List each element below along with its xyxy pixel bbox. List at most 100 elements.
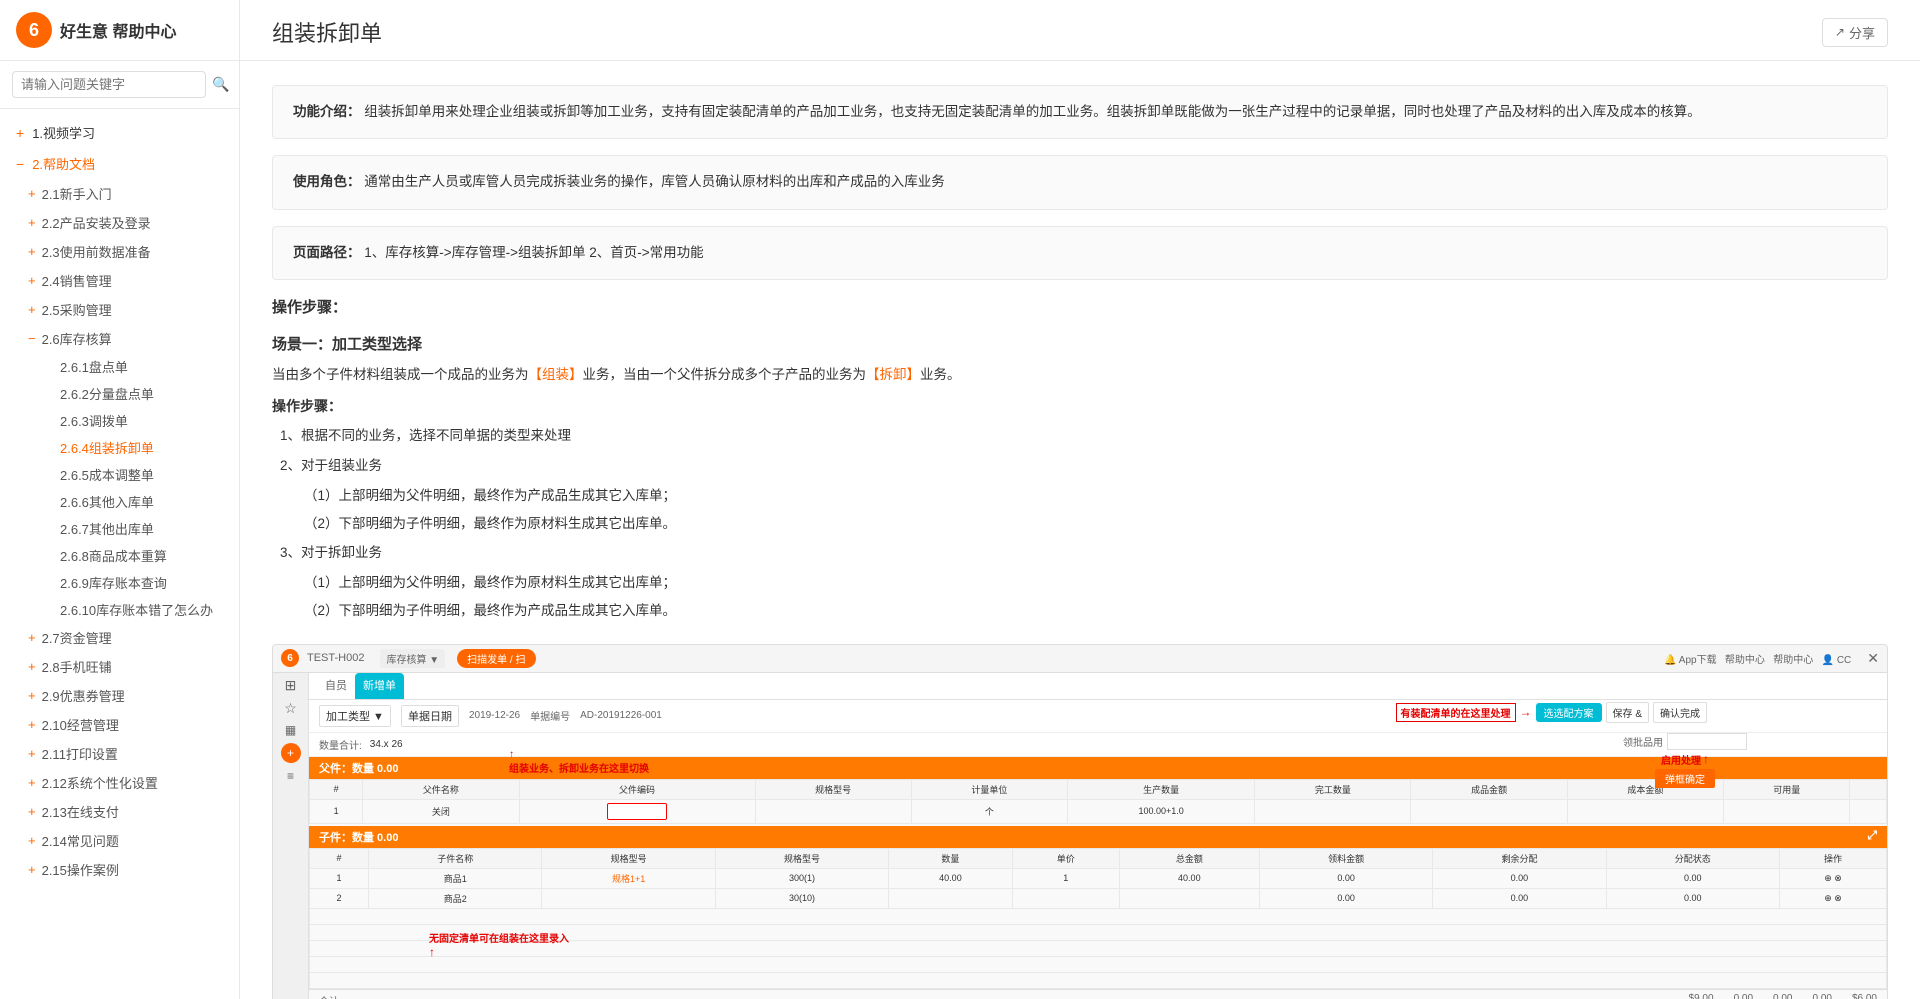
sidebar-item-2-6-8[interactable]: 2.6.8商品成本重算 [48,542,239,569]
mock-doc-area: 自员 新增单 加工类型 ▼ 单据日期 2019-12-26 单据编号 AD-20… [309,673,1887,999]
sidebar-item-2-6-2[interactable]: 2.6.2分量盘点单 [48,380,239,407]
main-panel: 组装拆卸单 ↗ 分享 功能介绍： 组装拆卸单用来处理企业组装或拆卸等加工业务，支… [240,0,1920,999]
annotation4-text: 无固定清单可在组装在这里录入 [429,930,569,945]
annotation1-group: 有装配清单的在这里处理 → 选选配方案 保存 & 确认完成 [1396,702,1707,723]
mock-ok-button[interactable]: 弹框确定 [1655,769,1715,788]
mock-icon-star[interactable]: ☆ [284,700,297,717]
mock-date-field[interactable]: 单据日期 [401,705,459,727]
mock-icon-scan[interactable]: ▦ [285,723,296,737]
mock-td-prod1: 100.00+1.0 [1068,799,1255,823]
mock-sth-label: 规格型号 [542,848,715,868]
mock-td-code-input[interactable] [519,799,755,823]
mock-tab-bar: 自员 新增单 [309,673,1887,700]
mock-sname1: 商品1 [369,868,542,888]
mock-close-icon[interactable]: ✕ [1867,650,1879,667]
mock-batch-label: 数量合计: [319,737,362,752]
sidebar-item-2-6-4[interactable]: 2.6.4组装拆卸单 [48,434,239,461]
path-label: 页面路径： [293,245,361,260]
sidebar-item-2-14[interactable]: + 2.14常见问题 [28,826,239,855]
sidebar-item-2-9[interactable]: + 2.9优惠券管理 [28,681,239,710]
mock-batch-val: 34.x 26 [370,739,403,750]
sidebar-item-1[interactable]: + 1.视频学习 [0,117,239,148]
sidebar-item-2-10-label: 2.10经营管理 [42,715,119,734]
sidebar-children-2-6: 2.6.1盘点单 2.6.2分量盘点单 2.6.3调拨单 2.6.4组装拆卸单 … [28,353,239,623]
mock-sop1: ⊕ ⊗ [1779,868,1886,888]
mock-footer-total3: 0.00 [1773,993,1792,999]
share-button[interactable]: ↗ 分享 [1822,18,1888,47]
sidebar-item-2-6-9[interactable]: 2.6.9库存账本查询 [48,569,239,596]
sidebar-item-2[interactable]: − 2.帮助文档 [0,148,239,179]
mock-finish-input[interactable] [1667,733,1747,750]
sidebar-item-2-6-10[interactable]: 2.6.10库存账本错了怎么办 [48,596,239,623]
main-header: 组装拆卸单 ↗ 分享 [240,0,1920,61]
search-input[interactable] [12,71,206,98]
mock-sprice2 [1012,888,1119,908]
mock-sth-price: 单价 [1012,848,1119,868]
sidebar-item-2-6-6[interactable]: 2.6.6其他入库单 [48,488,239,515]
mock-select-plan-btn[interactable]: 选选配方案 [1536,703,1602,722]
mock-submit-btn[interactable]: 确认完成 [1653,702,1707,723]
path-section: 页面路径： 1、库存核算->库存管理->组装拆卸单 2、首页->常用功能 [272,226,1888,280]
sidebar-item-2-4[interactable]: + 2.4销售管理 [28,266,239,295]
annotation3-group: 领批品用 启用处理 ↑ 弹框确定 [1623,733,1747,788]
sidebar-item-2-13-label: 2.13在线支付 [42,802,119,821]
highlight-assemble: 【组装】 [529,367,583,382]
mock-th-amount1: 成品金额 [1411,779,1567,799]
scene1-title: 场景一：加工类型选择 [272,333,1888,354]
mock-child-row7 [310,972,1887,988]
sidebar-children-2: + 2.1新手入门 + 2.2产品安装及登录 + 2.3使用前数据准备 + 2.… [0,179,239,884]
mock-sqty2 [889,888,1013,908]
mock-sth-remain: 剩余分配 [1433,848,1606,868]
sidebar-item-2-label: 2.帮助文档 [32,154,95,173]
annotation2-group: ↑ 组装业务、拆卸业务在这里切换 [509,749,649,775]
mock-type-select[interactable]: 加工类型 ▼ [319,705,391,727]
mock-th-code1: 父件编码 [519,779,755,799]
sidebar-item-2-6-7[interactable]: 2.6.7其他出库单 [48,515,239,542]
sidebar-item-2-5-label: 2.5采购管理 [42,300,112,319]
mock-expand-icon[interactable]: ⤢ [1867,828,1877,843]
mock-th-no: # [310,779,363,799]
sidebar-item-2-12[interactable]: + 2.12系统个性化设置 [28,768,239,797]
expand-icon-2-3: + [28,244,36,259]
sidebar-item-2-15[interactable]: + 2.15操作案例 [28,855,239,884]
mock-sremain1: 0.00 [1433,868,1606,888]
mock-tab-new-doc[interactable]: 新增单 [355,673,404,699]
intro-label: 功能介绍： [293,104,361,119]
sidebar-item-2-8[interactable]: + 2.8手机旺铺 [28,652,239,681]
mock-icon-home[interactable]: ⊞ [285,677,297,694]
sidebar-header: 6 好生意 帮助中心 [0,0,239,61]
search-icon[interactable]: 🔍 [212,76,229,93]
sidebar-item-2-5[interactable]: + 2.5采购管理 [28,295,239,324]
sidebar-item-2-6-5[interactable]: 2.6.5成本调整单 [48,461,239,488]
sidebar-item-2-7[interactable]: + 2.7资金管理 [28,623,239,652]
sidebar-item-2-11[interactable]: + 2.11打印设置 [28,739,239,768]
search-box: 🔍 [0,61,239,109]
sidebar-item-2-2[interactable]: + 2.2产品安装及登录 [28,208,239,237]
sidebar-item-2-6-1[interactable]: 2.6.1盘点单 [48,353,239,380]
mock-icon-list[interactable]: ≡ [287,769,294,783]
mock-topbar: 6 TEST-H002 库存核算 ▼ 扫描发单 / 扫 🔔 App下载 帮助中心… [273,645,1887,673]
mock-icon-add[interactable]: + [281,743,301,763]
sidebar-item-2-12-label: 2.12系统个性化设置 [42,773,158,792]
collapse-icon-2: − [16,156,24,172]
steps-title: 操作步骤： [272,296,1888,317]
mock-save-btn[interactable]: 保存 & [1606,702,1649,723]
sidebar-item-2-1[interactable]: + 2.1新手入门 [28,179,239,208]
step3-sub1: （1）上部明细为父件明细，最终作为原材料生成其它出库单； [304,571,1888,595]
main-content: 功能介绍： 组装拆卸单用来处理企业组装或拆卸等加工业务，支持有固定装配清单的产品… [240,61,1920,999]
mock-assembly-title: 父件：数量 0.00 [319,760,398,776]
mock-footer-total2: 0.00 [1734,993,1753,999]
sidebar-item-2-13[interactable]: + 2.13在线支付 [28,797,239,826]
mock-topbar-btn[interactable]: 扫描发单 / 扫 [457,649,535,668]
mock-content-area: ⊞ ☆ ▦ + ≡ 自员 新增单 [273,673,1887,999]
arrow-up-4: ↑ [429,945,435,959]
sidebar-item-2-6[interactable]: − 2.6库存核算 [28,324,239,353]
sidebar-item-2-10[interactable]: + 2.10经营管理 [28,710,239,739]
mock-td-unit1: 个 [911,799,1067,823]
expand-icon-2-11: + [28,746,36,761]
sidebar-item-2-7-label: 2.7资金管理 [42,628,112,647]
mock-logo: 6 [281,649,299,667]
sidebar-item-2-3[interactable]: + 2.3使用前数据准备 [28,237,239,266]
mock-tab-new[interactable]: 自员 [317,673,355,699]
sidebar-item-2-6-3[interactable]: 2.6.3调拨单 [48,407,239,434]
